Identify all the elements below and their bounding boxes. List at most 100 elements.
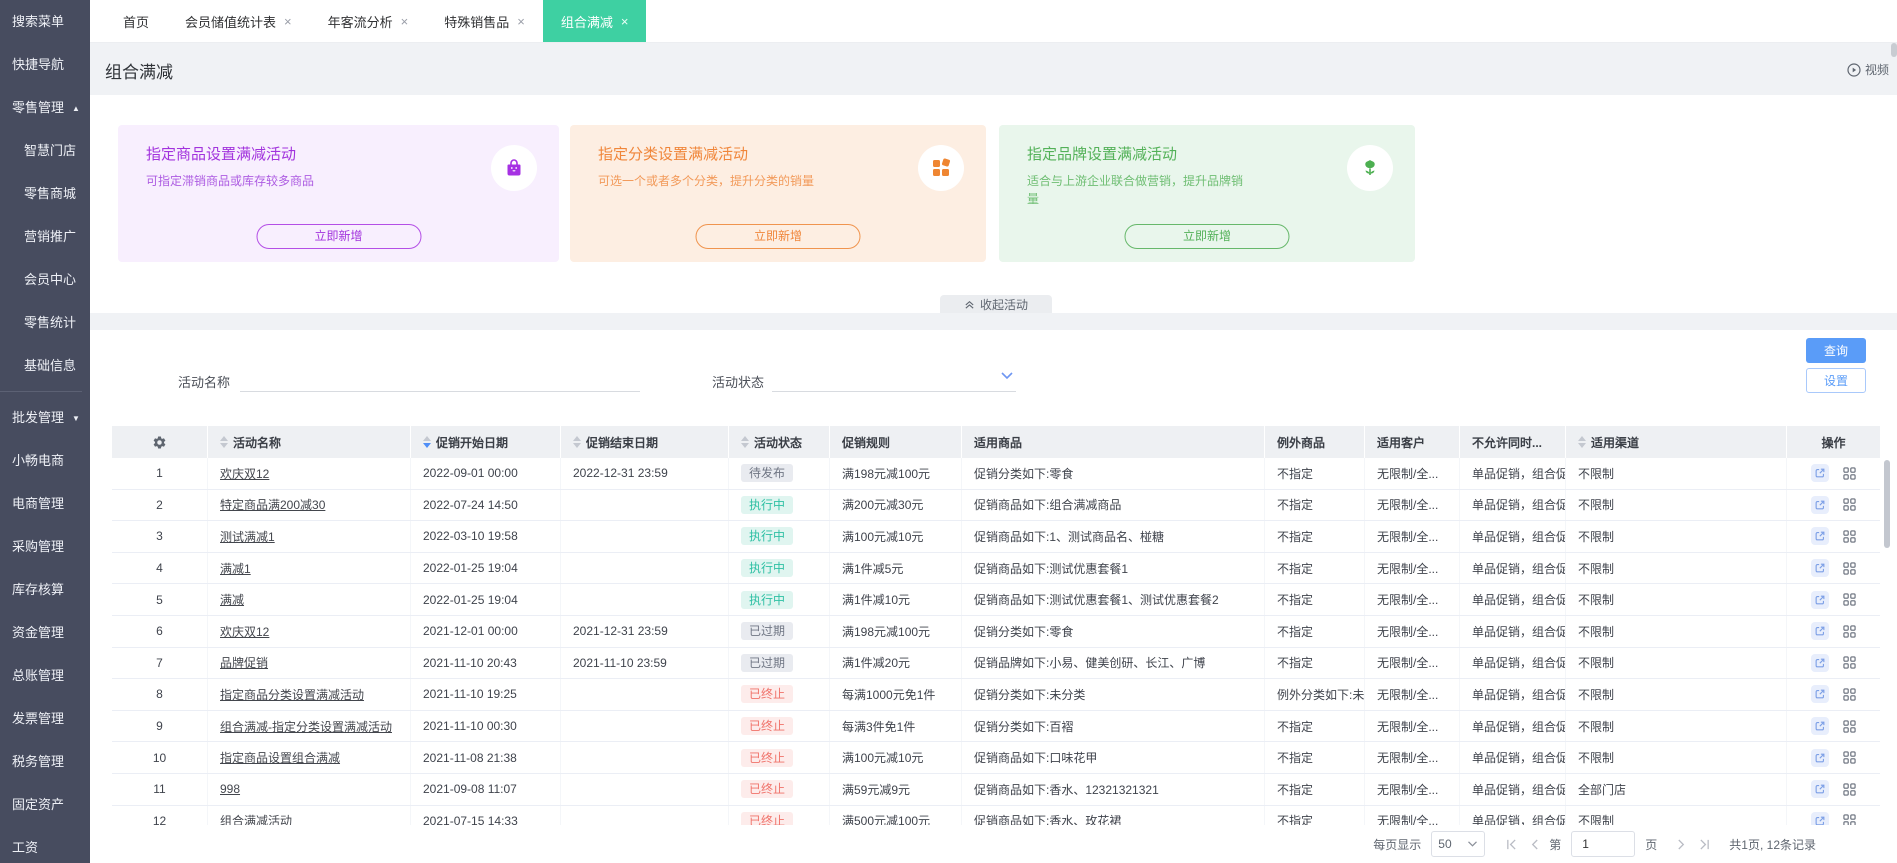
tab[interactable]: 年客流分析 × <box>310 0 427 42</box>
activity-name-link[interactable]: 指定商品分类设置满减活动 <box>220 686 364 703</box>
sort-carets-icon[interactable] <box>423 436 431 448</box>
sidebar-item[interactable]: 营销推广 <box>0 215 90 258</box>
col-header-activity-name[interactable]: 活动名称 <box>208 426 411 458</box>
open-detail-icon[interactable] <box>1811 590 1829 609</box>
video-help-button[interactable]: 视频 <box>1847 61 1889 78</box>
more-actions-grid-icon[interactable] <box>1843 688 1856 701</box>
open-detail-icon[interactable] <box>1811 622 1829 641</box>
open-detail-icon[interactable] <box>1811 653 1829 672</box>
open-detail-icon[interactable] <box>1811 780 1829 799</box>
activity-name-link[interactable]: 品牌促销 <box>220 654 268 671</box>
add-category-promo-button[interactable]: 立即新增 <box>695 224 861 249</box>
sidebar-item[interactable]: 基础信息 <box>0 344 90 387</box>
rule-cell: 满198元减100元 <box>830 615 962 647</box>
tab-close-icon[interactable]: × <box>621 14 629 29</box>
activity-name-link[interactable]: 欢庆双12 <box>220 623 269 640</box>
activity-name-link[interactable]: 满减 <box>220 591 244 608</box>
open-detail-icon[interactable] <box>1811 495 1829 514</box>
settings-button[interactable]: 设置 <box>1806 368 1866 393</box>
sort-carets-icon[interactable] <box>1578 436 1586 448</box>
tab[interactable]: 首页 <box>105 0 167 42</box>
sidebar-item[interactable]: 总账管理 <box>0 654 90 697</box>
open-detail-icon[interactable] <box>1811 748 1829 767</box>
sort-carets-icon[interactable] <box>741 436 749 448</box>
column-settings-button[interactable] <box>112 426 208 458</box>
activity-name-input[interactable] <box>240 362 640 392</box>
activity-name-link[interactable]: 测试满减1 <box>220 528 275 545</box>
open-detail-icon[interactable] <box>1811 527 1829 546</box>
more-actions-grid-icon[interactable] <box>1843 719 1856 733</box>
sidebar-item[interactable]: 库存核算 <box>0 568 90 611</box>
add-brand-promo-button[interactable]: 立即新增 <box>1124 224 1290 249</box>
sidebar-item[interactable]: 税务管理 <box>0 740 90 783</box>
tab[interactable]: 组合满减 × <box>542 0 647 42</box>
sidebar-item[interactable]: 智慧门店 <box>0 129 90 172</box>
sidebar-item[interactable]: 会员中心 <box>0 258 90 301</box>
more-actions-grid-icon[interactable] <box>1843 751 1856 764</box>
sidebar-item[interactable]: 小畅电商 <box>0 439 90 482</box>
col-header-start-date[interactable]: 促销开始日期 <box>411 426 561 458</box>
open-detail-icon[interactable] <box>1811 685 1829 704</box>
tab-close-icon[interactable]: × <box>401 14 409 29</box>
add-product-promo-button[interactable]: 立即新增 <box>256 224 421 249</box>
sidebar-item[interactable]: 固定资产 <box>0 783 90 826</box>
more-actions-grid-icon[interactable] <box>1843 530 1856 543</box>
activity-name-link[interactable]: 998 <box>220 782 240 796</box>
collapse-activities-button[interactable]: 收起活动 <box>940 295 1052 313</box>
col-header-channel[interactable]: 适用渠道 <box>1566 426 1787 458</box>
sidebar-item[interactable] <box>0 391 82 392</box>
tab[interactable]: 会员储值统计表 × <box>167 0 310 42</box>
page-number-input[interactable] <box>1571 831 1636 857</box>
activity-status-select[interactable] <box>772 362 1016 392</box>
sidebar-item[interactable]: 零售商城 <box>0 172 90 215</box>
sidebar-item[interactable]: 快捷导航 <box>0 43 90 86</box>
row-index: 2 <box>112 489 208 521</box>
activity-name-link[interactable]: 欢庆双12 <box>220 465 269 482</box>
last-page-icon[interactable] <box>1698 838 1711 850</box>
sidebar-item[interactable]: 资金管理 <box>0 611 90 654</box>
table-row: 9 组合满减-指定分类设置满减活动 2021-11-10 00:30 已终止 每… <box>112 710 1880 743</box>
more-actions-grid-icon[interactable] <box>1843 467 1856 480</box>
sidebar-item[interactable]: 采购管理 <box>0 525 90 568</box>
more-actions-grid-icon[interactable] <box>1843 593 1856 606</box>
tab[interactable]: 特殊销售品 × <box>426 0 543 42</box>
more-actions-grid-icon[interactable] <box>1843 783 1856 796</box>
tab-close-icon[interactable]: × <box>284 14 292 29</box>
query-button[interactable]: 查询 <box>1806 338 1866 363</box>
more-actions-grid-icon[interactable] <box>1843 498 1856 512</box>
sidebar-item[interactable]: 发票管理 <box>0 697 90 740</box>
sort-carets-icon[interactable] <box>220 436 228 448</box>
sidebar-item[interactable]: 电商管理 <box>0 482 90 525</box>
col-header-status[interactable]: 活动状态 <box>729 426 830 458</box>
col-header-applicable-goods: 适用商品 <box>962 426 1265 458</box>
sidebar-item[interactable]: 工资 <box>0 826 90 863</box>
open-detail-icon[interactable] <box>1811 811 1829 825</box>
first-page-icon[interactable] <box>1505 838 1518 850</box>
sort-carets-icon[interactable] <box>573 436 581 448</box>
activity-name-link[interactable]: 满减1 <box>220 560 251 577</box>
open-detail-icon[interactable] <box>1811 559 1829 578</box>
open-detail-icon[interactable] <box>1811 464 1829 483</box>
tab-close-icon[interactable]: × <box>517 14 525 29</box>
sidebar-item[interactable]: 零售管理 ▲ <box>0 86 90 129</box>
activity-name-link[interactable]: 指定商品设置组合满减 <box>220 749 340 766</box>
more-actions-grid-icon[interactable] <box>1843 656 1856 669</box>
more-actions-grid-icon[interactable] <box>1843 625 1856 638</box>
prev-page-icon[interactable] <box>1530 839 1539 850</box>
page-scrollbar-thumb[interactable] <box>1891 43 1897 57</box>
activity-name-link[interactable]: 组合满减-指定分类设置满减活动 <box>220 718 392 735</box>
sidebar-item[interactable]: 批发管理 ▼ <box>0 396 90 439</box>
activity-name-link[interactable]: 组合满减活动 <box>220 812 292 825</box>
table-scrollbar-thumb[interactable] <box>1884 460 1890 548</box>
sidebar-item[interactable]: 零售统计 <box>0 301 90 344</box>
open-detail-icon[interactable] <box>1811 717 1829 736</box>
next-page-icon[interactable] <box>1677 839 1686 850</box>
sidebar-item[interactable]: 搜索菜单 <box>0 0 90 43</box>
more-actions-grid-icon[interactable] <box>1843 561 1856 575</box>
channel-cell: 不限制 <box>1566 710 1787 742</box>
per-page-select[interactable]: 50 <box>1431 831 1486 857</box>
col-header-end-date[interactable]: 促销结束日期 <box>561 426 729 458</box>
start-date-cell: 2022-03-10 19:58 <box>411 521 561 552</box>
more-actions-grid-icon[interactable] <box>1843 814 1856 825</box>
activity-name-link[interactable]: 特定商品满200减30 <box>220 496 325 513</box>
